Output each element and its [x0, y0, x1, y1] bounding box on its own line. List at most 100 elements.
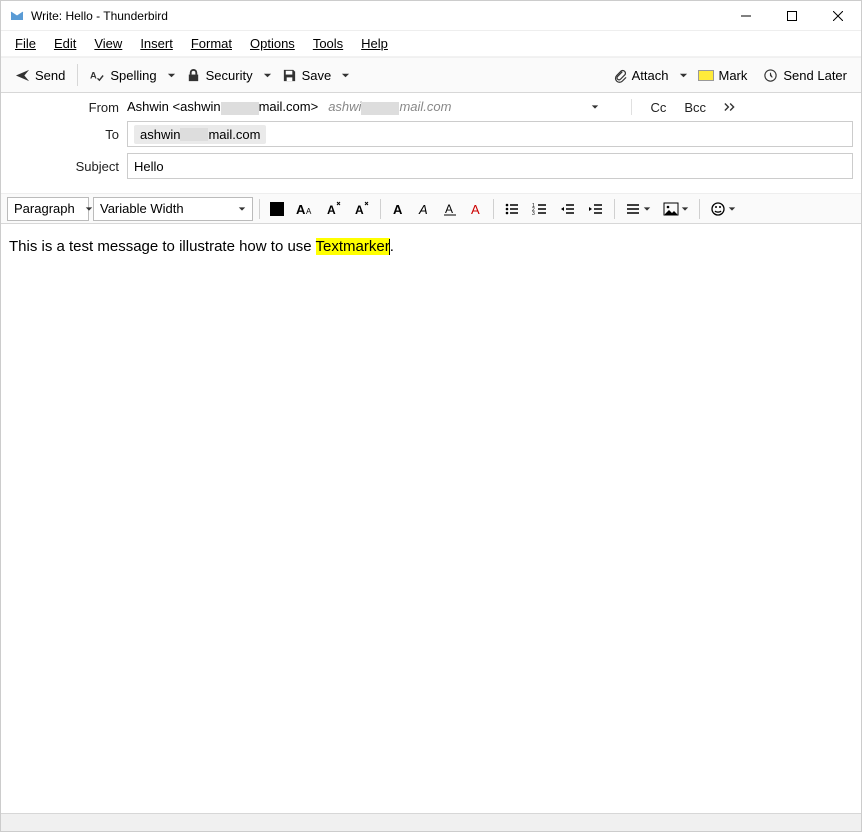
redacted-text [361, 102, 399, 115]
chevron-down-icon [238, 205, 246, 213]
font-size-increase-button[interactable]: A [350, 199, 374, 219]
expand-recipients-button[interactable] [724, 100, 738, 115]
to-input[interactable]: ashwinmail.com [127, 121, 853, 147]
menu-edit[interactable]: Edit [46, 34, 84, 53]
menu-insert-label: Insert [140, 36, 173, 51]
menubar: File Edit View Insert Format Options Too… [1, 31, 861, 57]
security-button[interactable]: Security [178, 64, 261, 87]
separator [699, 199, 700, 219]
save-label: Save [302, 68, 332, 83]
send-label: Send [35, 68, 65, 83]
spelling-button[interactable]: A Spelling [82, 64, 164, 87]
from-identity-text: Ashwin <ashwinmail.com> [127, 99, 318, 114]
menu-file[interactable]: File [7, 34, 44, 53]
subject-value: Hello [134, 159, 164, 174]
subject-label: Subject [9, 159, 119, 174]
redacted-text [180, 128, 208, 141]
spelling-dropdown[interactable] [165, 64, 178, 87]
to-row: To ashwinmail.com [9, 121, 853, 147]
lock-icon [186, 68, 201, 83]
separator [631, 99, 632, 115]
subject-input[interactable]: Hello [127, 153, 853, 179]
svg-text:A: A [393, 202, 403, 217]
insert-image-button[interactable] [659, 199, 693, 219]
svg-text:A: A [296, 202, 306, 217]
close-button[interactable] [815, 1, 861, 31]
subject-row: Subject Hello [9, 153, 853, 179]
mark-label: Mark [719, 68, 748, 83]
body-text-after: . [390, 238, 394, 255]
number-list-button[interactable]: 123 [528, 199, 552, 219]
svg-text:A: A [471, 202, 480, 217]
svg-text:A: A [90, 70, 97, 80]
bold-button[interactable]: A [387, 199, 409, 219]
maximize-button[interactable] [769, 1, 815, 31]
text-color-button[interactable] [266, 200, 288, 218]
menu-edit-label: Edit [54, 36, 76, 51]
font-family-select[interactable]: Variable Width [93, 197, 253, 221]
menu-file-label: File [15, 36, 36, 51]
svg-text:A: A [306, 207, 312, 216]
italic-button[interactable]: A [413, 199, 435, 219]
paragraph-style-value: Paragraph [14, 201, 75, 216]
address-block: From Ashwin <ashwinmail.com> ashwimail.c… [1, 93, 861, 194]
message-body-editor[interactable]: This is a test message to illustrate how… [1, 224, 861, 813]
separator [493, 199, 494, 219]
add-cc-button[interactable]: Cc [650, 100, 666, 115]
color-swatch-icon [270, 202, 284, 216]
main-toolbar: Send A Spelling Security Save Attach [1, 57, 861, 93]
emoji-button[interactable] [706, 199, 740, 219]
font-family-value: Variable Width [100, 201, 184, 216]
outdent-button[interactable] [556, 199, 580, 219]
font-size-decrease-button[interactable]: A [322, 199, 346, 219]
align-button[interactable] [621, 199, 655, 219]
bullet-list-button[interactable] [500, 199, 524, 219]
attach-label: Attach [632, 68, 669, 83]
minimize-button[interactable] [723, 1, 769, 31]
chevron-down-icon [85, 205, 93, 213]
mark-button[interactable]: Mark [690, 64, 756, 87]
svg-text:A: A [418, 202, 428, 217]
redacted-text [221, 102, 259, 115]
spelling-icon: A [90, 68, 105, 83]
menu-insert[interactable]: Insert [132, 34, 181, 53]
security-dropdown[interactable] [261, 64, 274, 87]
menu-view-label: View [94, 36, 122, 51]
add-bcc-button[interactable]: Bcc [684, 100, 706, 115]
paragraph-style-select[interactable]: Paragraph [7, 197, 89, 221]
titlebar: Write: Hello - Thunderbird [1, 1, 861, 31]
attach-button[interactable]: Attach [604, 64, 677, 87]
paperclip-icon [612, 68, 627, 83]
clock-icon [763, 68, 778, 83]
menu-format[interactable]: Format [183, 34, 240, 53]
menu-help-label: Help [361, 36, 388, 51]
menu-view[interactable]: View [86, 34, 130, 53]
save-dropdown[interactable] [339, 64, 352, 87]
underline-button[interactable]: A [439, 199, 461, 219]
save-icon [282, 68, 297, 83]
to-label: To [9, 127, 119, 142]
menu-options[interactable]: Options [242, 34, 303, 53]
menu-tools[interactable]: Tools [305, 34, 351, 53]
chevron-down-icon [728, 205, 736, 213]
separator [380, 199, 381, 219]
send-button[interactable]: Send [7, 64, 73, 87]
chevron-down-icon [591, 103, 599, 111]
font-size-reset-button[interactable]: AA [292, 199, 318, 219]
svg-text:A: A [327, 203, 336, 217]
menu-help[interactable]: Help [353, 34, 396, 53]
save-button[interactable]: Save [274, 64, 340, 87]
attach-dropdown[interactable] [677, 64, 690, 87]
menu-options-label: Options [250, 36, 295, 51]
recipient-pill[interactable]: ashwinmail.com [134, 125, 266, 144]
menu-format-label: Format [191, 36, 232, 51]
from-secondary-text: ashwimail.com [328, 99, 451, 114]
svg-text:A: A [445, 202, 453, 216]
window-controls [723, 1, 861, 31]
remove-format-button[interactable]: A [465, 199, 487, 219]
send-later-button[interactable]: Send Later [755, 64, 855, 87]
separator [614, 199, 615, 219]
separator [259, 199, 260, 219]
from-identity-selector[interactable]: Ashwin <ashwinmail.com> ashwimail.com [127, 99, 599, 114]
indent-button[interactable] [584, 199, 608, 219]
